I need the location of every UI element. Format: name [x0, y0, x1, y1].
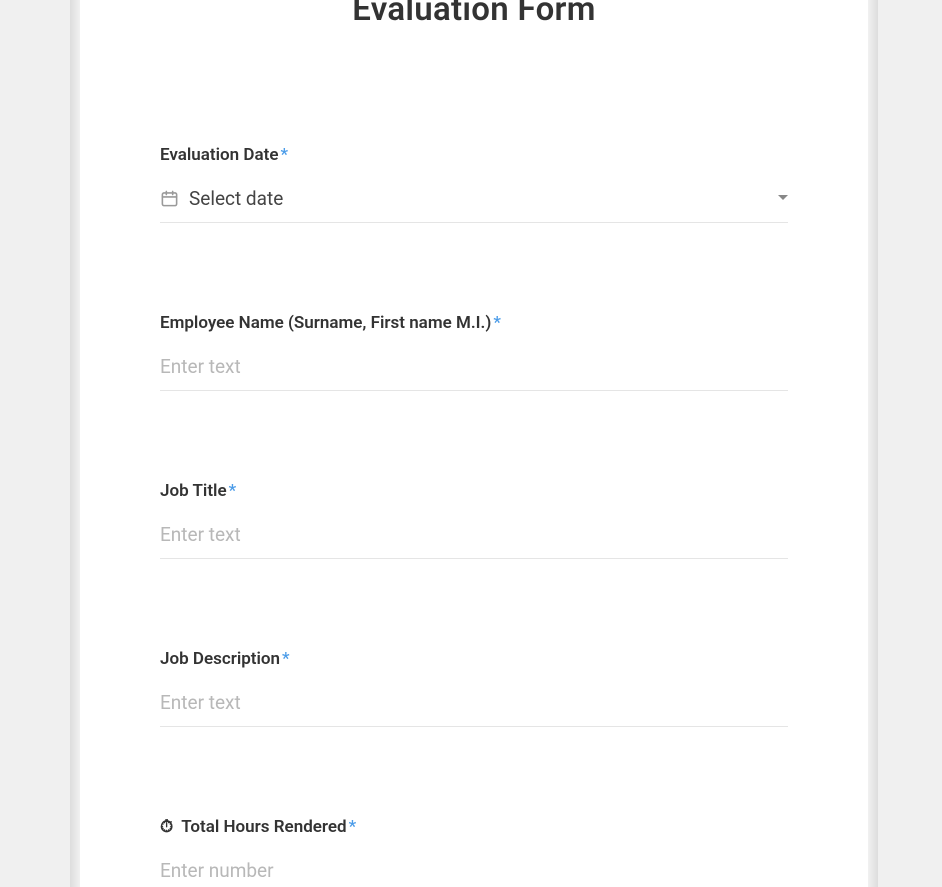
employee-name-input-row	[160, 355, 788, 391]
form-card: Evaluation Form Evaluation Date * Select…	[80, 0, 868, 887]
date-input[interactable]: Select date	[160, 187, 788, 223]
label-employee-name-text: Employee Name (Surname, First name M.I.)	[160, 313, 491, 333]
chevron-down-icon	[778, 193, 788, 204]
field-job-description: Job Description *	[160, 649, 788, 727]
total-hours-input[interactable]	[160, 859, 788, 882]
label-job-title: Job Title *	[160, 481, 788, 501]
field-total-hours: ⏱ Total Hours Rendered *	[160, 817, 788, 882]
field-employee-name: Employee Name (Surname, First name M.I.)…	[160, 313, 788, 391]
required-mark: *	[493, 313, 501, 333]
required-mark: *	[349, 817, 357, 837]
field-evaluation-date: Evaluation Date * Select date	[160, 145, 788, 223]
label-job-title-text: Job Title	[160, 481, 227, 501]
label-total-hours-text: Total Hours Rendered	[181, 817, 346, 837]
form-area: Evaluation Date * Select date	[80, 145, 868, 882]
job-title-input[interactable]	[160, 523, 788, 546]
label-evaluation-date-text: Evaluation Date	[160, 145, 278, 165]
job-description-input[interactable]	[160, 691, 788, 714]
job-description-input-row	[160, 691, 788, 727]
date-placeholder-text: Select date	[189, 187, 778, 210]
label-job-description: Job Description *	[160, 649, 788, 669]
form-title: Evaluation Form	[80, 0, 868, 29]
card-shadow-right	[868, 0, 878, 887]
label-job-description-text: Job Description	[160, 649, 280, 669]
label-total-hours: ⏱ Total Hours Rendered *	[160, 817, 788, 837]
employee-name-input[interactable]	[160, 355, 788, 378]
required-mark: *	[280, 145, 288, 165]
calendar-icon	[160, 189, 179, 208]
label-evaluation-date: Evaluation Date *	[160, 145, 788, 165]
required-mark: *	[282, 649, 290, 669]
total-hours-input-row	[160, 859, 788, 882]
label-employee-name: Employee Name (Surname, First name M.I.)…	[160, 313, 788, 333]
card-shadow-left	[70, 0, 80, 887]
job-title-input-row	[160, 523, 788, 559]
required-mark: *	[229, 481, 237, 501]
field-job-title: Job Title *	[160, 481, 788, 559]
stopwatch-icon: ⏱	[160, 817, 173, 837]
